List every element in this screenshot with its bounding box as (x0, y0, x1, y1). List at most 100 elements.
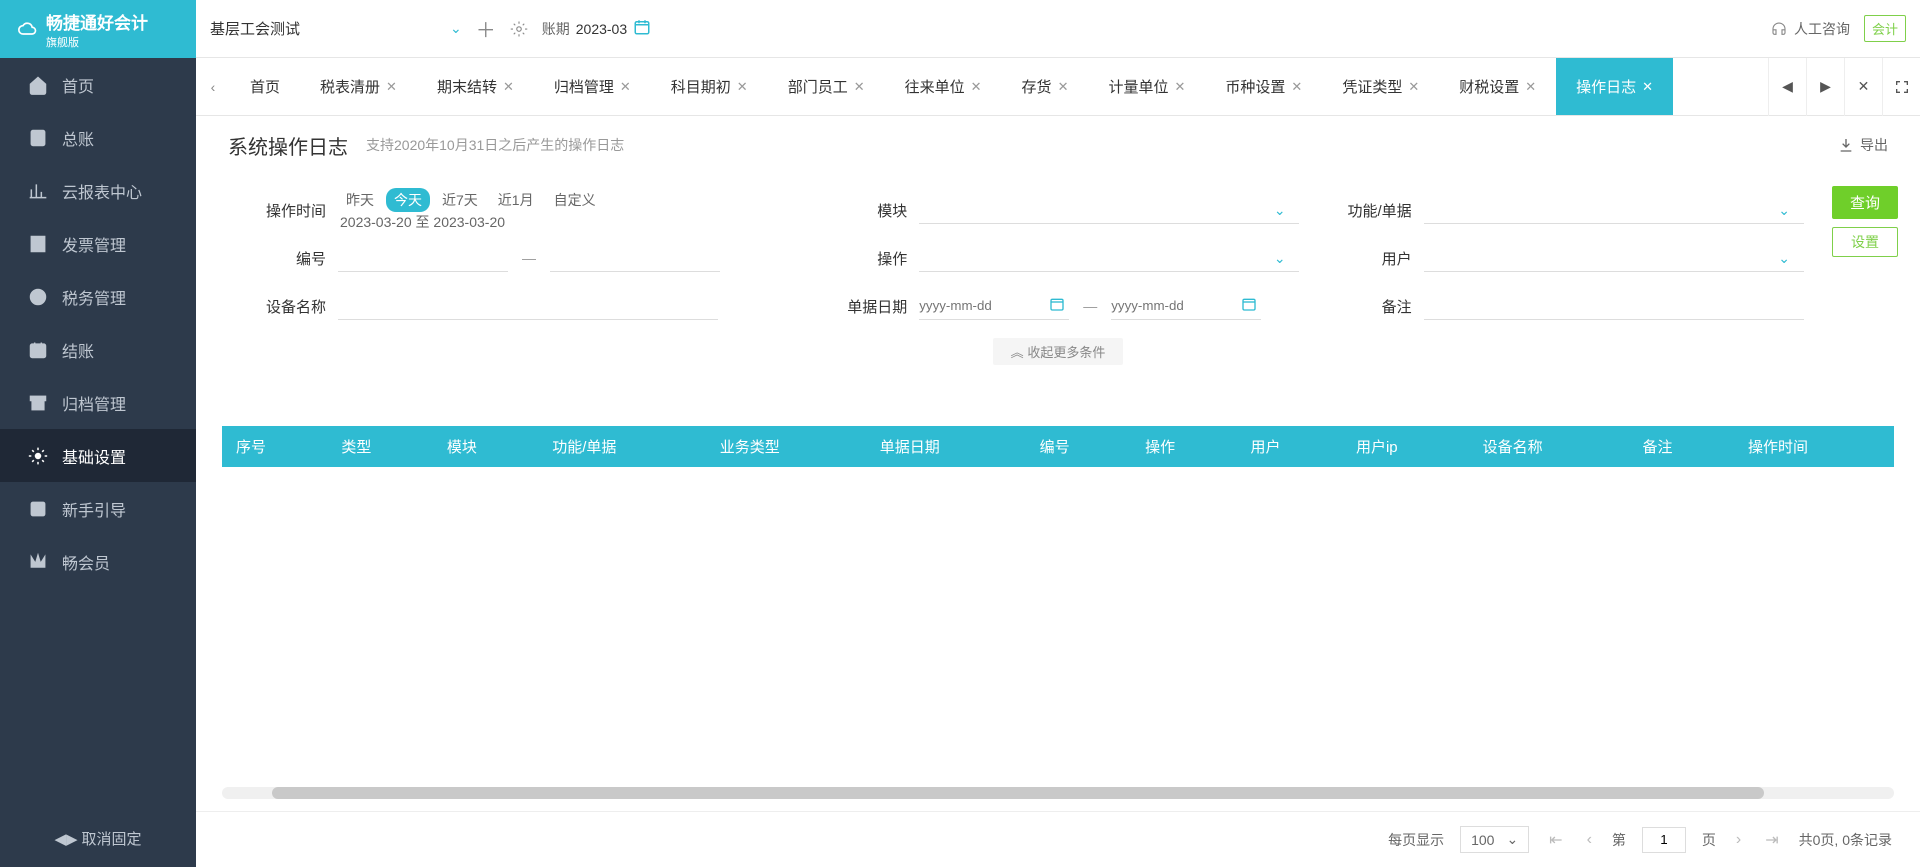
table-header: 备注 (1629, 426, 1734, 467)
sidebar-item-label: 新手引导 (62, 497, 126, 521)
settings-button[interactable]: 设置 (1832, 227, 1898, 257)
time-chips: 昨天今天近7天近1月自定义 (338, 188, 604, 212)
tabs-close-all-icon[interactable]: ✕ (1844, 58, 1882, 116)
time-chip[interactable]: 自定义 (546, 188, 604, 212)
company-selector[interactable]: 基层工会测试 ⌄ (210, 18, 462, 39)
period-value: 2023-03 (576, 21, 627, 37)
sidebar-item-7[interactable]: 基础设置 (0, 429, 196, 482)
tab-label: 凭证类型 (1342, 76, 1402, 97)
close-icon[interactable]: ✕ (737, 79, 748, 95)
sidebar-item-2[interactable]: 云报表中心 (0, 164, 196, 217)
sidebar-item-9[interactable]: 畅会员 (0, 535, 196, 588)
date-from: 2023-03-20 (340, 214, 412, 230)
module-select[interactable] (919, 196, 1299, 224)
close-icon[interactable]: ✕ (971, 79, 982, 95)
tab-2[interactable]: 期末结转✕ (417, 58, 534, 115)
device-input[interactable] (338, 292, 718, 320)
close-icon[interactable]: ✕ (1174, 79, 1185, 95)
label-op-time: 操作时间 (218, 200, 338, 221)
table-header: 编号 (1026, 426, 1131, 467)
table-header: 设备名称 (1469, 426, 1629, 467)
tab-8[interactable]: 计量单位✕ (1088, 58, 1205, 115)
tab-12[interactable]: 操作日志✕ (1556, 58, 1673, 115)
tabs-prev-icon[interactable]: ◀ (1768, 58, 1806, 116)
collapse-filters[interactable]: ︽ 收起更多条件 (993, 338, 1123, 365)
table-header: 业务类型 (706, 426, 866, 467)
close-icon[interactable]: ✕ (1408, 79, 1419, 95)
sidebar-item-3[interactable]: 发票管理 (0, 217, 196, 270)
per-page-label: 每页显示 (1388, 830, 1444, 850)
operation-select[interactable] (919, 244, 1299, 272)
tab-list: 首页税表清册✕期末结转✕归档管理✕科目期初✕部门员工✕往来单位✕存货✕计量单位✕… (230, 58, 1768, 115)
close-icon[interactable]: ✕ (1291, 79, 1302, 95)
close-icon[interactable]: ✕ (503, 79, 514, 95)
gear-icon[interactable] (510, 20, 528, 38)
tab-7[interactable]: 存货 ✕ (1002, 58, 1089, 115)
role-badge[interactable]: 会计 (1864, 15, 1906, 42)
query-button[interactable]: 查询 (1832, 186, 1898, 219)
sidebar-unpin-label: 取消固定 (82, 831, 142, 848)
tabs-next-icon[interactable]: ▶ (1806, 58, 1844, 116)
sidebar-item-4[interactable]: 税务管理 (0, 270, 196, 323)
label-func: 功能/单据 (1304, 200, 1424, 221)
page-last[interactable]: ⇥ (1761, 830, 1782, 850)
close-icon[interactable]: ✕ (620, 79, 631, 95)
time-chip[interactable]: 近7天 (434, 188, 486, 212)
doc-date-from[interactable] (919, 298, 1069, 313)
sidebar-item-6[interactable]: 归档管理 (0, 376, 196, 429)
fullscreen-icon[interactable] (1882, 58, 1920, 116)
tab-label: 归档管理 (554, 76, 614, 97)
tab-9[interactable]: 币种设置✕ (1205, 58, 1322, 115)
close-icon[interactable]: ✕ (1642, 79, 1653, 95)
sidebar-item-5[interactable]: 结账 (0, 323, 196, 376)
func-select[interactable] (1424, 196, 1804, 224)
sidebar-unpin[interactable]: ◀▶取消固定 (0, 828, 196, 849)
close-icon[interactable]: ✕ (854, 79, 865, 95)
close-icon[interactable]: ✕ (1525, 79, 1536, 95)
time-chip[interactable]: 今天 (386, 188, 430, 212)
tab-4[interactable]: 科目期初 ✕ (651, 58, 768, 115)
number-from-input[interactable] (338, 244, 508, 272)
per-page-select[interactable]: 100 ⌄ (1460, 826, 1529, 853)
page-suffix: 页 (1702, 830, 1716, 850)
support-link[interactable]: 人工咨询 (1770, 19, 1850, 39)
page-header: 系统操作日志 支持2020年10月31日之后产生的操作日志 导出 (196, 116, 1920, 174)
sidebar-item-8[interactable]: 新手引导 (0, 482, 196, 535)
add-icon[interactable]: ＋ (476, 14, 496, 43)
page-first[interactable]: ⇤ (1545, 830, 1566, 850)
sidebar-item-0[interactable]: 首页 (0, 58, 196, 111)
user-select[interactable] (1424, 244, 1804, 272)
time-chip[interactable]: 昨天 (338, 188, 382, 212)
period-selector[interactable]: 账期 2023-03 (542, 18, 651, 39)
tab-6[interactable]: 往来单位 ✕ (885, 58, 1002, 115)
period-label: 账期 (542, 19, 570, 39)
tab-0[interactable]: 首页 (230, 58, 300, 115)
close-icon[interactable]: ✕ (386, 79, 397, 95)
tab-label: 存货 (1022, 76, 1052, 97)
date-sep: 至 (416, 214, 430, 230)
close-period-icon (28, 340, 48, 360)
horizontal-scrollbar[interactable] (222, 787, 1894, 801)
tab-label: 首页 (250, 76, 280, 97)
export-button[interactable]: 导出 (1838, 135, 1888, 155)
tab-label: 科目期初 (671, 76, 731, 97)
tabs-scroll-left[interactable]: ‹ (196, 58, 230, 115)
page-input[interactable] (1642, 827, 1686, 853)
close-icon[interactable]: ✕ (1058, 79, 1069, 95)
remark-input[interactable] (1424, 292, 1804, 320)
tab-11[interactable]: 财税设置✕ (1439, 58, 1556, 115)
time-chip[interactable]: 近1月 (490, 188, 542, 212)
brand-logo: 畅捷通好会计 旗舰版 (0, 0, 196, 58)
label-doc-date: 单据日期 (799, 296, 919, 317)
tab-3[interactable]: 归档管理 ✕ (534, 58, 651, 115)
doc-date-to[interactable] (1111, 298, 1261, 313)
tab-5[interactable]: 部门员工✕ (768, 58, 885, 115)
export-label: 导出 (1860, 135, 1888, 155)
number-to-input[interactable] (550, 244, 720, 272)
sidebar-item-1[interactable]: 总账 (0, 111, 196, 164)
tab-label: 往来单位 (905, 76, 965, 97)
page-prev[interactable]: ‹ (1583, 831, 1596, 849)
page-next[interactable]: › (1732, 831, 1745, 849)
tab-10[interactable]: 凭证类型 ✕ (1322, 58, 1439, 115)
tab-1[interactable]: 税表清册✕ (300, 58, 417, 115)
